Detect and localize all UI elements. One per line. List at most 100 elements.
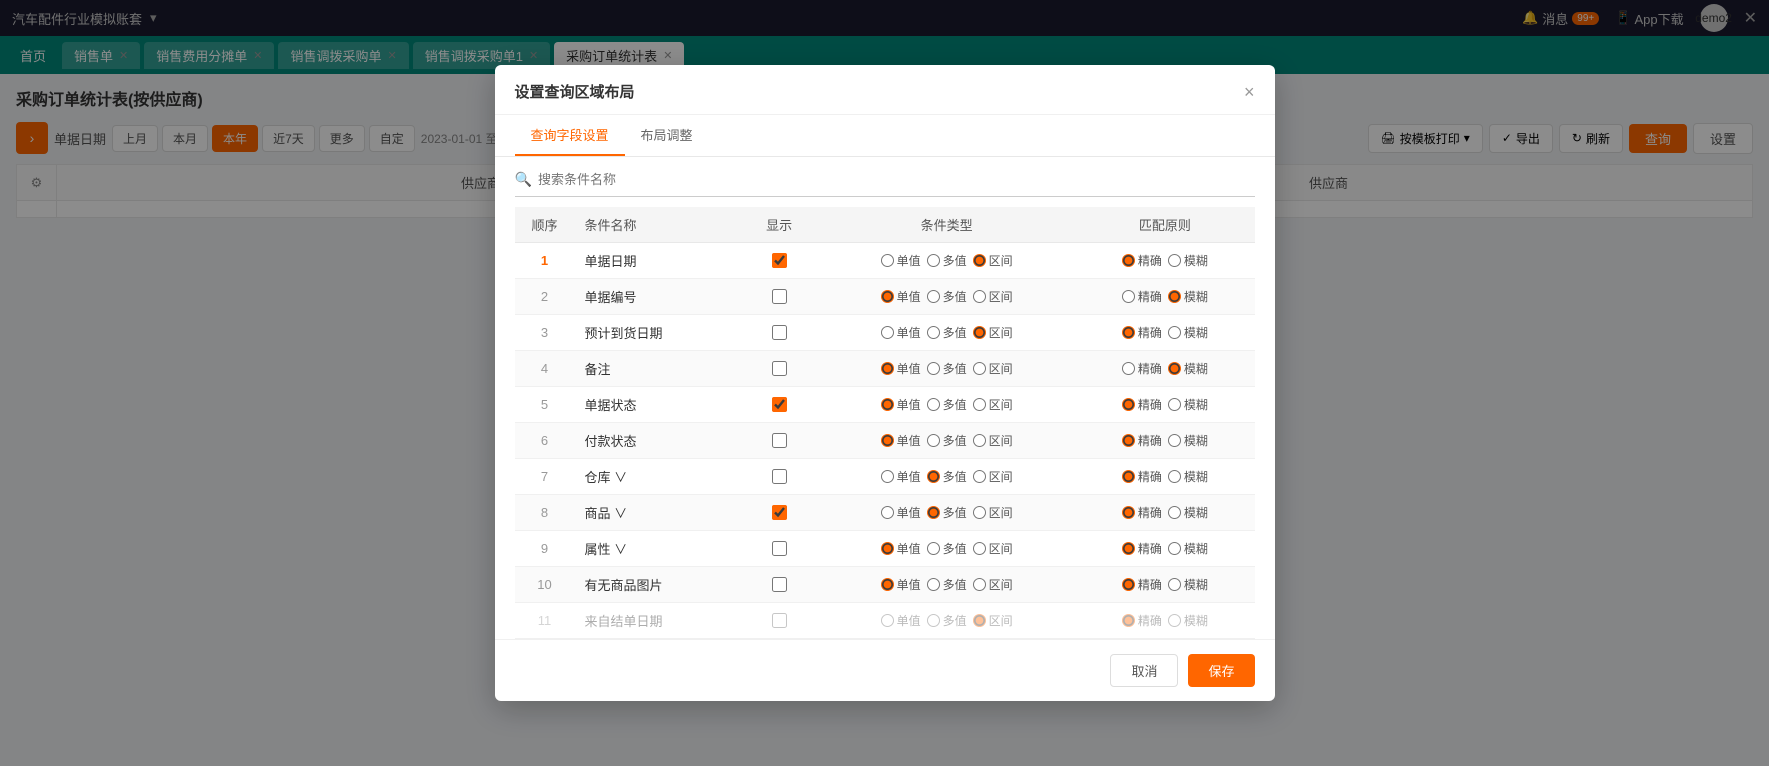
row-type-cell: 单值多值区间: [818, 387, 1075, 423]
display-checkbox[interactable]: [772, 577, 787, 592]
type-radio-多值[interactable]: [927, 362, 940, 375]
row-match-cell: 精确模糊: [1075, 423, 1254, 459]
row-field-name: 仓库 ∨: [575, 459, 741, 495]
type-radio-区间[interactable]: [973, 506, 986, 519]
match-radio-精确[interactable]: [1122, 398, 1135, 411]
row-order: 8: [515, 495, 575, 531]
type-radio-多值[interactable]: [927, 326, 940, 339]
row-type-cell: 单值多值区间: [818, 531, 1075, 567]
match-radio-模糊[interactable]: [1168, 362, 1181, 375]
match-radio-模糊[interactable]: [1168, 578, 1181, 591]
display-checkbox[interactable]: [772, 541, 787, 556]
settings-modal: 设置查询区域布局 × 查询字段设置 布局调整 🔍 顺序 条件名称: [495, 65, 1275, 701]
col-match-rule: 匹配原则: [1075, 207, 1254, 243]
type-radio-单值[interactable]: [881, 542, 894, 555]
type-radio-单值[interactable]: [881, 290, 894, 303]
row-field-name: 单据状态: [575, 387, 741, 423]
type-radio-多值[interactable]: [927, 290, 940, 303]
col-order: 顺序: [515, 207, 575, 243]
display-checkbox[interactable]: [772, 505, 787, 520]
display-checkbox[interactable]: [772, 253, 787, 268]
type-radio-单值[interactable]: [881, 326, 894, 339]
match-radio-精确[interactable]: [1122, 470, 1135, 483]
match-radio-精确[interactable]: [1122, 290, 1135, 303]
row-field-name: 属性 ∨: [575, 531, 741, 567]
type-radio-区间[interactable]: [973, 254, 986, 267]
match-radio-精确[interactable]: [1122, 506, 1135, 519]
row-match-cell: 精确模糊: [1075, 567, 1254, 603]
type-radio-区间[interactable]: [973, 362, 986, 375]
cancel-btn[interactable]: 取消: [1110, 654, 1178, 687]
row-display-cell: [740, 315, 818, 351]
type-radio-多值[interactable]: [927, 614, 940, 627]
display-checkbox[interactable]: [772, 325, 787, 340]
tab-layout-adjust[interactable]: 布局调整: [625, 115, 709, 156]
save-btn[interactable]: 保存: [1188, 654, 1254, 687]
row-type-cell: 单值多值区间: [818, 495, 1075, 531]
match-radio-精确[interactable]: [1122, 254, 1135, 267]
match-radio-模糊[interactable]: [1168, 326, 1181, 339]
type-radio-多值[interactable]: [927, 506, 940, 519]
match-radio-模糊[interactable]: [1168, 542, 1181, 555]
type-radio-区间[interactable]: [973, 326, 986, 339]
match-radio-模糊[interactable]: [1168, 290, 1181, 303]
type-radio-区间[interactable]: [973, 434, 986, 447]
tab-query-fields[interactable]: 查询字段设置: [515, 115, 625, 156]
type-radio-单值[interactable]: [881, 434, 894, 447]
type-radio-多值[interactable]: [927, 398, 940, 411]
match-radio-模糊[interactable]: [1168, 470, 1181, 483]
type-radio-区间[interactable]: [973, 578, 986, 591]
modal-overlay: 设置查询区域布局 × 查询字段设置 布局调整 🔍 顺序 条件名称: [0, 0, 1769, 766]
type-radio-多值[interactable]: [927, 470, 940, 483]
type-radio-区间[interactable]: [973, 614, 986, 627]
match-radio-模糊[interactable]: [1168, 506, 1181, 519]
match-radio-精确[interactable]: [1122, 434, 1135, 447]
row-order: 6: [515, 423, 575, 459]
match-radio-精确[interactable]: [1122, 362, 1135, 375]
type-radio-多值[interactable]: [927, 434, 940, 447]
row-order: 1: [515, 243, 575, 279]
match-radio-模糊[interactable]: [1168, 614, 1181, 627]
match-radio-精确[interactable]: [1122, 614, 1135, 627]
match-radio-模糊[interactable]: [1168, 254, 1181, 267]
row-display-cell: [740, 279, 818, 315]
type-radio-区间[interactable]: [973, 290, 986, 303]
type-radio-多值[interactable]: [927, 254, 940, 267]
type-radio-单值[interactable]: [881, 470, 894, 483]
row-type-cell: 单值多值区间: [818, 243, 1075, 279]
field-row: 8商品 ∨单值多值区间精确模糊: [515, 495, 1255, 531]
type-radio-单值[interactable]: [881, 578, 894, 591]
row-match-cell: 精确模糊: [1075, 351, 1254, 387]
display-checkbox[interactable]: [772, 361, 787, 376]
search-icon: 🔍: [515, 171, 532, 188]
search-input[interactable]: [538, 172, 698, 187]
modal-title: 设置查询区域布局: [515, 81, 635, 102]
type-radio-多值[interactable]: [927, 578, 940, 591]
type-radio-多值[interactable]: [927, 542, 940, 555]
match-radio-模糊[interactable]: [1168, 434, 1181, 447]
match-radio-精确[interactable]: [1122, 542, 1135, 555]
type-radio-单值[interactable]: [881, 254, 894, 267]
row-field-name: 备注: [575, 351, 741, 387]
type-radio-单值[interactable]: [881, 398, 894, 411]
type-radio-区间[interactable]: [973, 470, 986, 483]
modal-close-btn[interactable]: ×: [1244, 83, 1255, 101]
type-radio-区间[interactable]: [973, 398, 986, 411]
match-radio-模糊[interactable]: [1168, 398, 1181, 411]
display-checkbox[interactable]: [772, 397, 787, 412]
row-display-cell: [740, 567, 818, 603]
col-field-type: 条件类型: [818, 207, 1075, 243]
type-radio-区间[interactable]: [973, 542, 986, 555]
row-display-cell: [740, 531, 818, 567]
display-checkbox[interactable]: [772, 613, 787, 628]
type-radio-单值[interactable]: [881, 506, 894, 519]
field-row: 5单据状态单值多值区间精确模糊: [515, 387, 1255, 423]
type-radio-单值[interactable]: [881, 362, 894, 375]
match-radio-精确[interactable]: [1122, 326, 1135, 339]
modal-footer: 取消 保存: [495, 639, 1275, 701]
type-radio-单值[interactable]: [881, 614, 894, 627]
display-checkbox[interactable]: [772, 433, 787, 448]
display-checkbox[interactable]: [772, 469, 787, 484]
match-radio-精确[interactable]: [1122, 578, 1135, 591]
display-checkbox[interactable]: [772, 289, 787, 304]
